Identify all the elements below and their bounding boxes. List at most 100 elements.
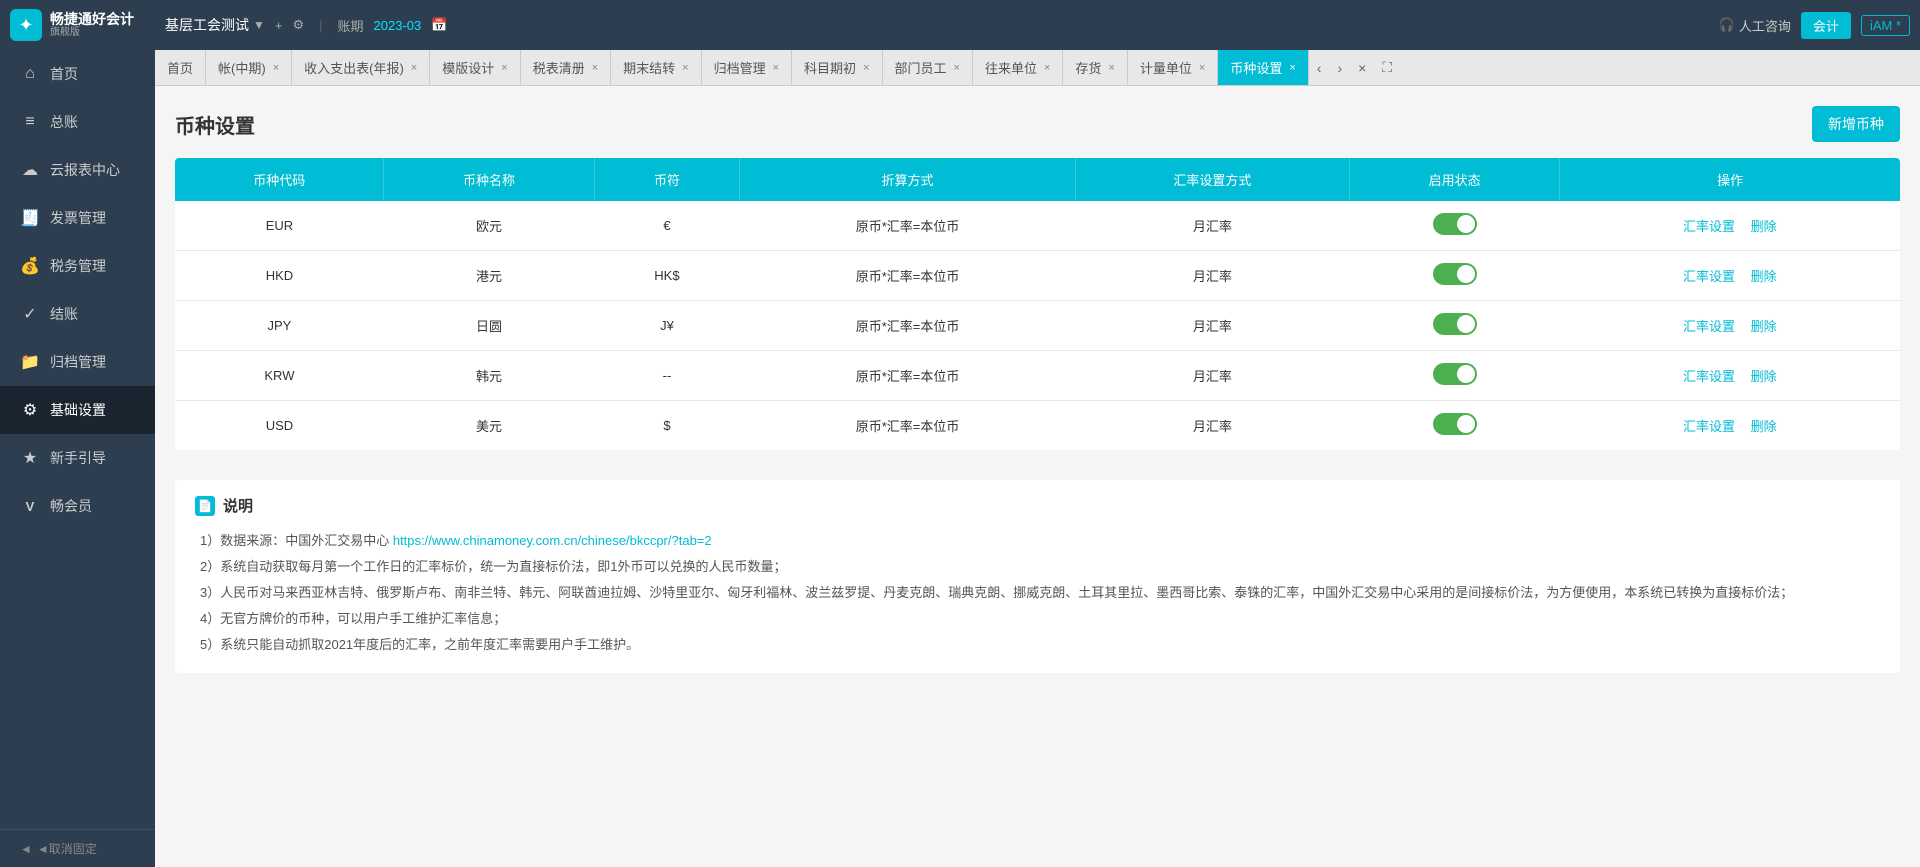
notes-item-0: 1）数据来源：中国外汇交易中心 https://www.chinamoney.c… xyxy=(195,528,1880,554)
sidebar-label-reports: 云报表中心 xyxy=(50,160,120,180)
tab-archive[interactable]: 归档管理 × xyxy=(702,50,792,86)
toggle-switch-1[interactable] xyxy=(1433,263,1477,285)
tab-partner[interactable]: 往来单位 × xyxy=(973,50,1063,86)
home-icon: ⌂ xyxy=(20,65,40,83)
help-button[interactable]: 🎧 人工咨询 xyxy=(1719,16,1791,35)
sidebar-item-basic[interactable]: ⚙ 基础设置 xyxy=(0,386,155,434)
tab-close-archive[interactable]: × xyxy=(773,62,779,74)
company-dropdown-icon[interactable]: ▼ xyxy=(253,18,265,32)
col-symbol: 币符 xyxy=(594,158,740,201)
sidebar-item-reports[interactable]: ☁ 云报表中心 xyxy=(0,146,155,194)
app-body: ⌂ 首页 ≡ 总账 ☁ 云报表中心 🧾 发票管理 💰 税务管理 ✓ 结账 📁 归… xyxy=(0,50,1920,867)
settings-icon[interactable]: ⚙ xyxy=(292,17,304,33)
tab-close-partner[interactable]: × xyxy=(1044,62,1050,74)
rate-setting-link-0[interactable]: 汇率设置 xyxy=(1683,219,1735,234)
sidebar-label-guide: 新手引导 xyxy=(50,448,106,468)
delete-link-0[interactable]: 删除 xyxy=(1751,219,1777,234)
iam-badge[interactable]: iAM * xyxy=(1861,15,1910,36)
cell-action-1: 汇率设置 删除 xyxy=(1560,251,1900,301)
period-label: 账期 xyxy=(338,16,364,35)
tab-inventory[interactable]: 存货 × xyxy=(1063,50,1127,86)
add-company-icon[interactable]: + xyxy=(275,18,283,33)
tab-close-dept[interactable]: × xyxy=(954,62,960,74)
cell-method-1: 原币*汇率=本位币 xyxy=(740,251,1075,301)
cell-status-4[interactable] xyxy=(1350,401,1560,451)
cell-rate-type-0: 月汇率 xyxy=(1075,201,1349,251)
delete-link-3[interactable]: 删除 xyxy=(1751,369,1777,384)
sidebar-item-invoice[interactable]: 🧾 发票管理 xyxy=(0,194,155,242)
toggle-switch-3[interactable] xyxy=(1433,363,1477,385)
tab-close-unit[interactable]: × xyxy=(1199,62,1205,74)
sidebar-pin-toggle[interactable]: ◄ ◄取消固定 xyxy=(0,829,155,867)
account-button[interactable]: 会计 xyxy=(1801,12,1851,39)
tab-close-template[interactable]: × xyxy=(501,62,507,74)
cell-symbol-1: HK$ xyxy=(594,251,740,301)
tab-close-all-btn[interactable]: × xyxy=(1350,50,1374,86)
cell-rate-type-4: 月汇率 xyxy=(1075,401,1349,451)
rate-setting-link-2[interactable]: 汇率设置 xyxy=(1683,319,1735,334)
toggle-switch-0[interactable] xyxy=(1433,213,1477,235)
sidebar: ⌂ 首页 ≡ 总账 ☁ 云报表中心 🧾 发票管理 💰 税务管理 ✓ 结账 📁 归… xyxy=(0,50,155,867)
delete-link-4[interactable]: 删除 xyxy=(1751,419,1777,434)
sidebar-item-tax[interactable]: 💰 税务管理 xyxy=(0,242,155,290)
cell-rate-type-3: 月汇率 xyxy=(1075,351,1349,401)
help-label: 人工咨询 xyxy=(1739,16,1791,35)
col-code: 币种代码 xyxy=(175,158,384,201)
company-name: 基层工会测试 ▼ xyxy=(165,15,265,35)
company-name-text: 基层工会测试 xyxy=(165,15,249,35)
tab-period-end[interactable]: 期末结转 × xyxy=(611,50,701,86)
sidebar-item-archive[interactable]: 📁 归档管理 xyxy=(0,338,155,386)
tab-home[interactable]: 首页 xyxy=(155,50,206,86)
tab-prev-btn[interactable]: ‹ xyxy=(1309,50,1330,86)
cell-status-3[interactable] xyxy=(1350,351,1560,401)
tab-account-init[interactable]: 科目期初 × xyxy=(792,50,882,86)
tab-close-tax-clear[interactable]: × xyxy=(592,62,598,74)
tab-close-period-end[interactable]: × xyxy=(682,62,688,74)
tab-expand-btn[interactable]: ⛶ xyxy=(1374,50,1400,86)
cell-status-0[interactable] xyxy=(1350,201,1560,251)
tab-close-inventory[interactable]: × xyxy=(1108,62,1114,74)
sidebar-item-checkout[interactable]: ✓ 结账 xyxy=(0,290,155,338)
tab-close-income[interactable]: × xyxy=(411,62,417,74)
sidebar-item-member[interactable]: V 畅会员 xyxy=(0,482,155,530)
rate-setting-link-4[interactable]: 汇率设置 xyxy=(1683,419,1735,434)
cell-method-4: 原币*汇率=本位币 xyxy=(740,401,1075,451)
logo-sub: 旗舰版 xyxy=(50,27,134,39)
sidebar-item-ledger[interactable]: ≡ 总账 xyxy=(0,98,155,146)
tab-close-currency[interactable]: × xyxy=(1289,62,1295,74)
tab-close-mid[interactable]: × xyxy=(273,62,279,74)
tab-next-btn[interactable]: › xyxy=(1329,50,1350,86)
tab-dept[interactable]: 部门员工 × xyxy=(883,50,973,86)
tab-label-inventory: 存货 xyxy=(1075,58,1101,77)
sidebar-label-ledger: 总账 xyxy=(50,112,78,132)
table-row: USD 美元 $ 原币*汇率=本位币 月汇率 汇率设置 删除 xyxy=(175,401,1900,451)
tab-template[interactable]: 模版设计 × xyxy=(430,50,520,86)
cell-status-1[interactable] xyxy=(1350,251,1560,301)
header-center: 基层工会测试 ▼ + ⚙ | 账期 2023-03 📅 xyxy=(165,15,1719,35)
sidebar-item-guide[interactable]: ★ 新手引导 xyxy=(0,434,155,482)
tab-unit[interactable]: 计量单位 × xyxy=(1128,50,1218,86)
page-title: 币种设置 xyxy=(175,110,255,139)
new-currency-button[interactable]: 新增币种 xyxy=(1812,106,1900,142)
tab-tax-clear[interactable]: 税表清册 × xyxy=(521,50,611,86)
tab-income[interactable]: 收入支出表(年报) × xyxy=(292,50,430,86)
sidebar-item-home[interactable]: ⌂ 首页 xyxy=(0,50,155,98)
tab-close-account-init[interactable]: × xyxy=(863,62,869,74)
delete-link-1[interactable]: 删除 xyxy=(1751,269,1777,284)
cell-status-2[interactable] xyxy=(1350,301,1560,351)
toggle-switch-2[interactable] xyxy=(1433,313,1477,335)
tab-label-partner: 往来单位 xyxy=(985,58,1037,77)
rate-setting-link-3[interactable]: 汇率设置 xyxy=(1683,369,1735,384)
header-separator: | xyxy=(319,18,322,33)
cell-code-3: KRW xyxy=(175,351,384,401)
tab-currency[interactable]: 币种设置 × xyxy=(1218,50,1308,86)
cell-method-3: 原币*汇率=本位币 xyxy=(740,351,1075,401)
notes-link[interactable]: https://www.chinamoney.com.cn/chinese/bk… xyxy=(393,533,712,548)
calendar-icon[interactable]: 📅 xyxy=(431,17,447,33)
rate-setting-link-1[interactable]: 汇率设置 xyxy=(1683,269,1735,284)
tab-mid[interactable]: 帐(中期) × xyxy=(206,50,292,86)
toggle-switch-4[interactable] xyxy=(1433,413,1477,435)
pin-icon: ◄ xyxy=(20,842,32,856)
cell-code-2: JPY xyxy=(175,301,384,351)
delete-link-2[interactable]: 删除 xyxy=(1751,319,1777,334)
